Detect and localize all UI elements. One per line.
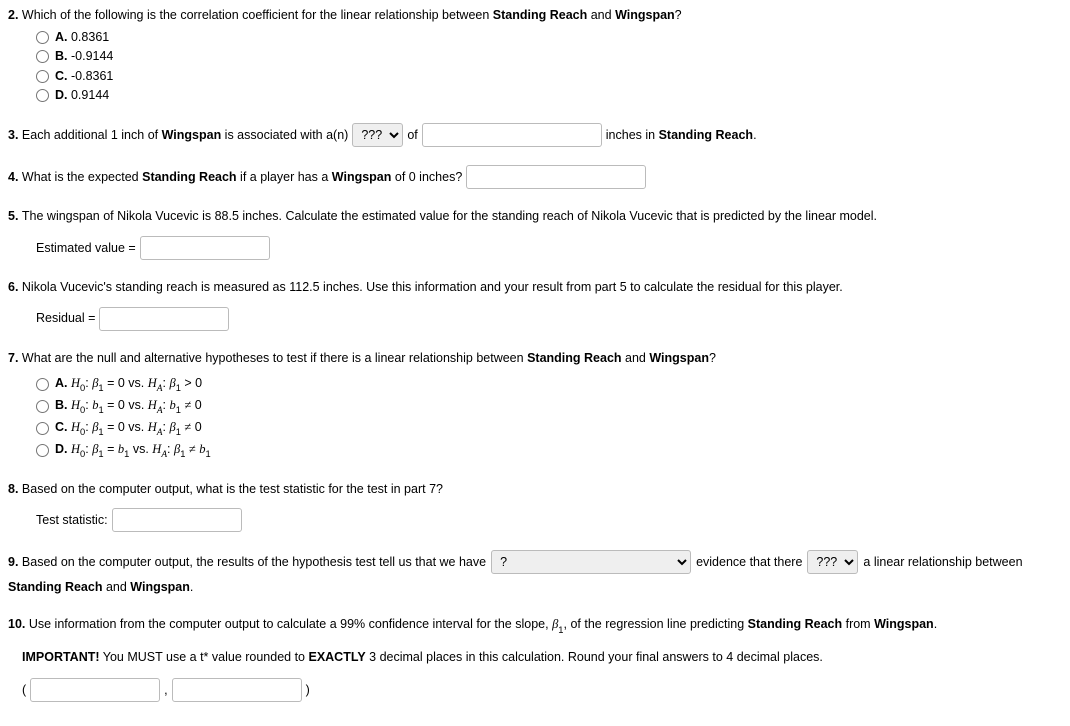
question-8: 8. Based on the computer output, what is… [8,480,1062,533]
q2-options: A. 0.8361 B. -0.9144 C. -0.8361 D. 0.914… [36,28,1062,106]
q10-input-lower[interactable] [30,678,160,702]
q2-radio-a[interactable] [36,31,49,44]
q5-text: 5. The wingspan of Nikola Vucevic is 88.… [8,207,1062,226]
question-3: 3. Each additional 1 inch of Wingspan is… [8,123,1062,147]
q5-input[interactable] [140,236,270,260]
q7-option-b[interactable]: B. H0: b1 = 0 vs. HA: b1 ≠ 0 [36,396,1062,418]
q10-interval-row: ( , ) [22,678,1062,702]
q10-rparen: ) [306,681,310,700]
q10-text: 10. Use information from the computer ou… [8,615,1062,636]
q10-important: IMPORTANT! You MUST use a t* value round… [22,648,1062,667]
q2-option-c[interactable]: C. -0.8361 [36,67,1062,86]
q5-answer-row: Estimated value = [36,236,1062,260]
q2-option-d[interactable]: D. 0.9144 [36,86,1062,105]
q6-text: 6. Nikola Vucevic's standing reach is me… [8,278,1062,297]
q2-option-b[interactable]: B. -0.9144 [36,47,1062,66]
q9-select-relationship[interactable]: ??? [807,550,858,574]
q2-text: 2. Which of the following is the correla… [8,6,1062,25]
question-9: 9. Based on the computer output, the res… [8,550,1062,597]
q6-input[interactable] [99,307,229,331]
question-6: 6. Nikola Vucevic's standing reach is me… [8,278,1062,331]
q7-options: A. H0: β1 = 0 vs. HA: β1 > 0 B. H0: b1 =… [36,374,1062,462]
q2-radio-c[interactable] [36,70,49,83]
q2-radio-b[interactable] [36,50,49,63]
question-5: 5. The wingspan of Nikola Vucevic is 88.… [8,207,1062,260]
q2-radio-d[interactable] [36,89,49,102]
q10-input-upper[interactable] [172,678,302,702]
q3-input-amount[interactable] [422,123,602,147]
question-2: 2. Which of the following is the correla… [8,6,1062,105]
q7-option-c[interactable]: C. H0: β1 = 0 vs. HA: β1 ≠ 0 [36,418,1062,440]
question-4: 4. What is the expected Standing Reach i… [8,165,1062,189]
q7-radio-c[interactable] [36,422,49,435]
q9-select-evidence[interactable]: ? [491,550,691,574]
q7-radio-d[interactable] [36,444,49,457]
q3-select-direction[interactable]: ??? [352,123,403,147]
q5-label: Estimated value = [36,239,136,258]
q10-lparen: ( [22,681,26,700]
q2-option-a[interactable]: A. 0.8361 [36,28,1062,47]
q8-label: Test statistic: [36,511,108,530]
q6-answer-row: Residual = [36,307,1062,331]
question-7: 7. What are the null and alternative hyp… [8,349,1062,462]
q7-option-d[interactable]: D. H0: β1 = b1 vs. HA: β1 ≠ b1 [36,440,1062,462]
q4-input[interactable] [466,165,646,189]
q10-comma: , [164,681,167,700]
q7-option-a[interactable]: A. H0: β1 = 0 vs. HA: β1 > 0 [36,374,1062,396]
q8-answer-row: Test statistic: [36,508,1062,532]
q7-text: 7. What are the null and alternative hyp… [8,349,1062,368]
q7-radio-b[interactable] [36,400,49,413]
q6-label: Residual = [36,309,95,328]
q7-radio-a[interactable] [36,378,49,391]
q8-text: 8. Based on the computer output, what is… [8,480,1062,499]
question-10: 10. Use information from the computer ou… [8,615,1062,702]
q8-input[interactable] [112,508,242,532]
